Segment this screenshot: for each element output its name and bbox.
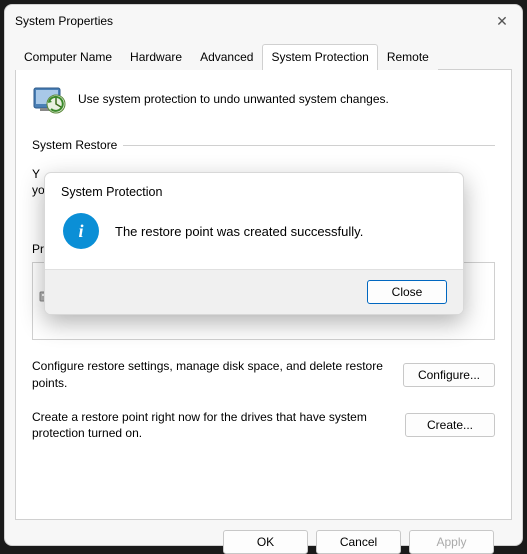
window-title: System Properties [15,14,492,28]
configure-row: Configure restore settings, manage disk … [32,358,495,390]
close-icon[interactable]: ✕ [492,13,512,30]
intro-text: Use system protection to undo unwanted s… [78,92,389,106]
modal-message: The restore point was created successful… [115,224,363,239]
tab-advanced[interactable]: Advanced [191,44,262,70]
modal-body: i The restore point was created successf… [45,203,463,269]
dialog-footer: OK Cancel Apply [15,520,512,554]
section-system-restore: System Restore [32,138,495,152]
divider [123,145,495,146]
apply-button[interactable]: Apply [409,530,494,554]
cancel-button[interactable]: Cancel [316,530,401,554]
tab-system-protection[interactable]: System Protection [262,44,377,70]
ok-button[interactable]: OK [223,530,308,554]
tab-hardware[interactable]: Hardware [121,44,191,70]
create-row: Create a restore point right now for the… [32,409,495,441]
close-button[interactable]: Close [367,280,447,304]
modal-title: System Protection [45,173,463,203]
section-label: System Restore [32,138,117,152]
intro-row: Use system protection to undo unwanted s… [32,82,495,116]
system-protection-modal: System Protection i The restore point wa… [44,172,464,315]
create-button[interactable]: Create... [405,413,495,437]
create-desc: Create a restore point right now for the… [32,409,395,441]
modal-footer: Close [45,269,463,314]
tab-bar: Computer Name Hardware Advanced System P… [15,43,512,70]
titlebar: System Properties ✕ [5,5,522,37]
configure-desc: Configure restore settings, manage disk … [32,358,393,390]
configure-button[interactable]: Configure... [403,363,495,387]
section-label-truncated: Pr [32,242,44,256]
info-icon: i [63,213,99,249]
tab-remote[interactable]: Remote [378,44,438,70]
tab-computer-name[interactable]: Computer Name [15,44,121,70]
system-restore-icon [32,82,66,116]
